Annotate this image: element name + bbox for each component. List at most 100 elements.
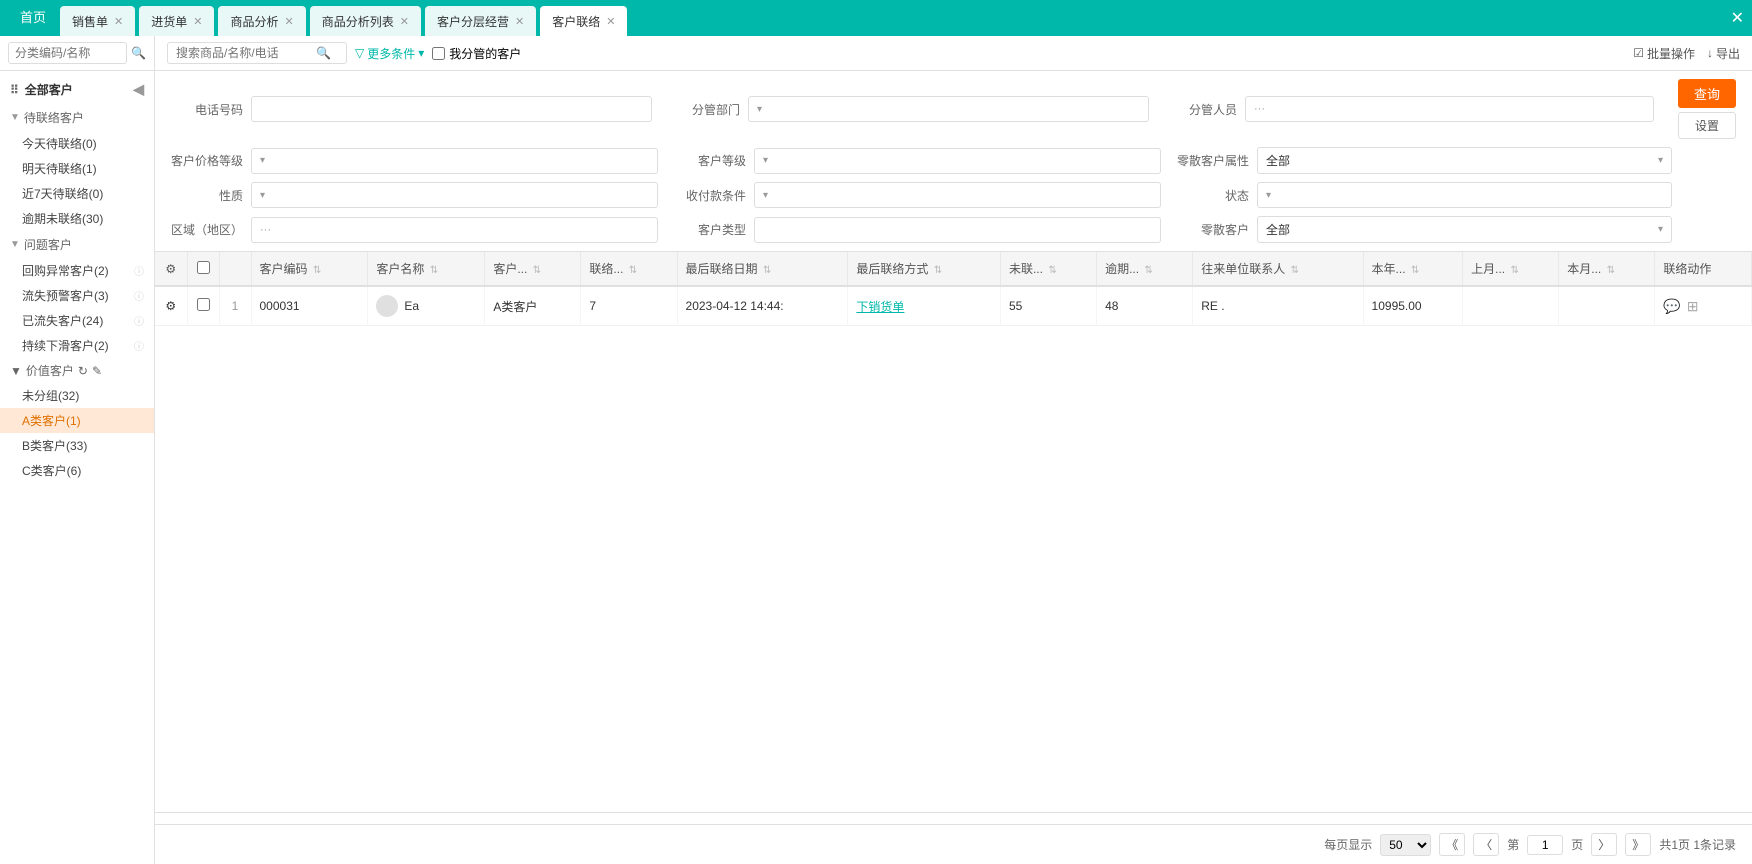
sidebar-problem-item[interactable]: 持续下滑客户(2)ⓘ (0, 333, 154, 358)
tab-close-icon[interactable]: ✕ (606, 15, 615, 28)
sidebar-value-item[interactable]: A类客户(1) (0, 408, 154, 433)
pagination-bar: 每页显示 50 20 100 《 〈 第 页 〉 》 共1页 1条记录 (155, 824, 1752, 864)
next-page-button[interactable]: 〉 (1591, 833, 1617, 856)
sidebar-problem-item[interactable]: 已流失客户(24)ⓘ (0, 308, 154, 333)
sidebar-pending-item[interactable]: 近7天待联络(0) (0, 181, 154, 206)
more-filter-label: 更多条件 (367, 45, 415, 62)
tab-客户联络[interactable]: 客户联络✕ (540, 6, 627, 36)
tab-商品分析列表[interactable]: 商品分析列表✕ (310, 6, 421, 36)
my-customers-checkbox[interactable] (432, 47, 445, 60)
tab-商品分析[interactable]: 商品分析✕ (218, 6, 305, 36)
more-filter-button[interactable]: ▽ 更多条件 ▾ (355, 45, 424, 62)
this-year-column-header[interactable]: 本年... ⇅ (1363, 252, 1463, 286)
prev-page-button[interactable]: 〈 (1473, 833, 1499, 856)
horizontal-scrollbar[interactable] (155, 812, 1752, 824)
filter-row-1: 电话号码 分管部门 ▾ 分管人员 ··· 查询 设置 (171, 79, 1736, 139)
name-column-header[interactable]: 客户名称 ⇅ (368, 252, 485, 286)
type-column-header[interactable]: 客户... ⇅ (485, 252, 581, 286)
edit-icon[interactable]: ✎ (92, 364, 102, 378)
tab-客户分层经营[interactable]: 客户分层经营✕ (425, 6, 536, 36)
setting-button[interactable]: 设置 (1678, 112, 1736, 139)
sidebar-pending-item[interactable]: 今天待联络(0) (0, 131, 154, 156)
customer-level-select[interactable]: ▾ (754, 148, 1161, 174)
export-button[interactable]: ↓ 导出 (1707, 45, 1740, 62)
refresh-icon[interactable]: ↻ (78, 364, 88, 378)
chat-icon[interactable]: 💬 (1663, 298, 1680, 315)
filter-customer-type: 客户类型 (674, 217, 1177, 243)
payment-select[interactable]: ▾ (754, 182, 1161, 208)
select-all-checkbox[interactable] (197, 261, 210, 274)
collapse-icon[interactable]: ◀ (133, 81, 144, 98)
filter-row-2: 客户价格等级 ▾ 客户等级 ▾ 零散客户属性 全部 ▾ (171, 147, 1736, 174)
this-month-column-header[interactable]: 本月... ⇅ (1559, 252, 1655, 286)
sidebar-pending-item[interactable]: 逾期未联络(30) (0, 206, 154, 231)
customer-level-label: 客户等级 (674, 152, 754, 169)
customer-type-input[interactable] (754, 217, 1161, 243)
all-customers-header[interactable]: ⠿ 全部客户 ◀ (0, 75, 154, 104)
status-arrow: ▾ (1266, 190, 1271, 201)
phone-input[interactable] (251, 96, 652, 122)
last-page-button[interactable]: 》 (1625, 833, 1651, 856)
last-method-column-header[interactable]: 最后联络方式 ⇅ (848, 252, 1001, 286)
nature-select[interactable]: ▾ (251, 182, 658, 208)
last-date-column-header[interactable]: 最后联络日期 ⇅ (677, 252, 848, 286)
sidebar-value-item[interactable]: B类客户(33) (0, 433, 154, 458)
toolbar-search-input[interactable] (176, 46, 316, 60)
row-last-method[interactable]: 下销货单 (848, 286, 1001, 326)
check-column-header[interactable] (187, 252, 219, 286)
sidebar-search-input[interactable] (8, 42, 127, 64)
tab-close-icon[interactable]: ✕ (400, 15, 409, 28)
uncontacted-column-header[interactable]: 未联... ⇅ (1000, 252, 1096, 286)
name-sort-icon: ⇅ (430, 265, 438, 276)
my-customers-checkbox-area[interactable]: 我分管的客户 (432, 45, 521, 62)
region-input[interactable]: ··· (251, 217, 658, 243)
value-customer-label: 价值客户 (26, 362, 74, 379)
qr-icon[interactable]: ⊞ (1687, 298, 1699, 315)
page-size-select[interactable]: 50 20 100 (1380, 834, 1431, 856)
row-gear[interactable]: ⚙ (155, 286, 187, 326)
last-method-link[interactable]: 下销货单 (856, 300, 904, 314)
sidebar-problem-item[interactable]: 流失预警客户(3)ⓘ (0, 283, 154, 308)
tab-close-icon[interactable]: ✕ (114, 15, 123, 28)
info-icon: ⓘ (134, 313, 144, 328)
pending-contact-section[interactable]: ▼ 待联络客户 (0, 104, 154, 131)
overdue-column-header[interactable]: 逾期... ⇅ (1097, 252, 1193, 286)
scatter-attr-select[interactable]: 全部 ▾ (1257, 147, 1672, 174)
filter-scatter-attr: 零散客户属性 全部 ▾ (1177, 147, 1680, 174)
arrow-down-icon-3: ▼ (10, 364, 22, 378)
row-checkbox[interactable] (197, 298, 210, 311)
status-select[interactable]: ▾ (1257, 182, 1672, 208)
problem-customer-section[interactable]: ▼ 问题客户 (0, 231, 154, 258)
year-sort-icon: ⇅ (1411, 265, 1419, 276)
tab-close-icon[interactable]: ✕ (515, 15, 524, 28)
unit-contact-column-header[interactable]: 往来单位联系人 ⇅ (1193, 252, 1363, 286)
dept-select[interactable]: ▾ (748, 96, 1149, 122)
code-column-header[interactable]: 客户编码 ⇅ (251, 252, 368, 286)
sidebar-search-icon[interactable]: 🔍 (131, 46, 146, 60)
close-window-icon[interactable]: ✕ (1731, 8, 1744, 28)
page-number-input[interactable] (1527, 835, 1563, 855)
row-type: A类客户 (485, 286, 581, 326)
toolbar-search-icon[interactable]: 🔍 (316, 46, 331, 60)
tab-销售单[interactable]: 销售单✕ (60, 6, 135, 36)
contact-column-header[interactable]: 联络... ⇅ (581, 252, 677, 286)
manager-input[interactable]: ··· (1245, 96, 1654, 122)
arrow-down-icon: ▼ (10, 112, 20, 123)
sidebar-value-item[interactable]: C类客户(6) (0, 458, 154, 483)
batch-op-button[interactable]: ☑ 批量操作 (1633, 45, 1695, 62)
row-checkbox-cell[interactable] (187, 286, 219, 326)
sidebar-value-item[interactable]: 未分组(32) (0, 383, 154, 408)
first-page-button[interactable]: 《 (1439, 833, 1465, 856)
query-button[interactable]: 查询 (1678, 79, 1736, 108)
table-row: ⚙ 1 000031 Ea A类客户 7 2023-04-12 14:44: 下… (155, 286, 1752, 326)
tab-进货单[interactable]: 进货单✕ (139, 6, 214, 36)
last-month-column-header[interactable]: 上月... ⇅ (1463, 252, 1559, 286)
sidebar-problem-item[interactable]: 回购异常客户(2)ⓘ (0, 258, 154, 283)
home-tab[interactable]: 首页 (8, 0, 58, 36)
scatter-customer-select[interactable]: 全部 ▾ (1257, 216, 1672, 243)
gear-column-header[interactable]: ⚙ (155, 252, 187, 286)
price-level-select[interactable]: ▾ (251, 148, 658, 174)
sidebar-pending-item[interactable]: 明天待联络(1) (0, 156, 154, 181)
tab-close-icon[interactable]: ✕ (285, 15, 294, 28)
tab-close-icon[interactable]: ✕ (193, 15, 202, 28)
